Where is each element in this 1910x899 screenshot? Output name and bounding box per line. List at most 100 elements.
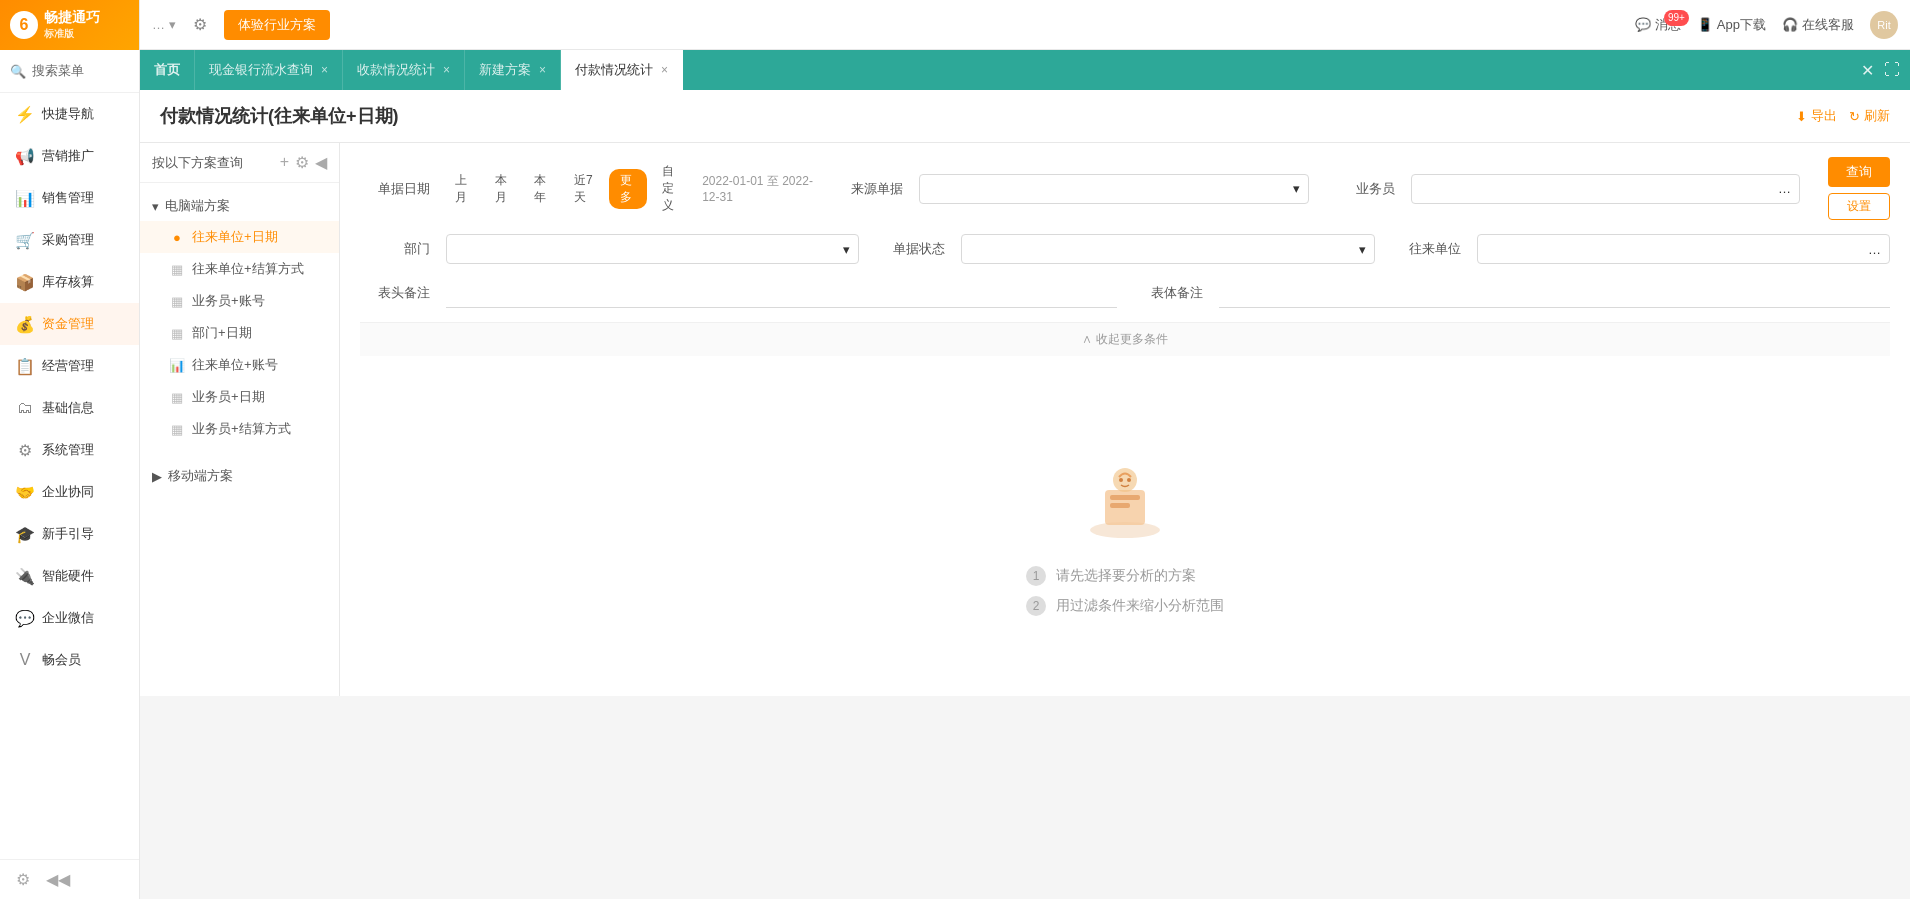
sidebar-item-finance[interactable]: 💰 资金管理	[0, 303, 139, 345]
search-menu-btn[interactable]: 🔍 搜索菜单	[10, 58, 129, 84]
voucher-status-select[interactable]: ▾	[961, 234, 1374, 264]
search-icon: 🔍	[10, 64, 26, 79]
app-download-item[interactable]: 📱 App下载	[1697, 16, 1766, 34]
desktop-chevron: ▾	[152, 199, 159, 214]
sidebar-item-wechat[interactable]: 💬 企业微信	[0, 597, 139, 639]
sidebar-item-label: 畅会员	[42, 651, 81, 669]
sidebar-item-label: 营销推广	[42, 147, 94, 165]
sidebar-item-system[interactable]: ⚙ 系统管理	[0, 429, 139, 471]
sidebar-item-member[interactable]: V 畅会员	[0, 639, 139, 681]
source-voucher-select[interactable]: ▾	[919, 174, 1308, 204]
tab-receipt-stats[interactable]: 收款情况统计 ×	[343, 50, 465, 90]
tree-item-unit-account[interactable]: 📊 往来单位+账号	[140, 349, 339, 381]
app-icon: 📱	[1697, 17, 1713, 32]
tree-item-label: 部门+日期	[192, 324, 252, 342]
sidebar-item-marketing[interactable]: 📢 营销推广	[0, 135, 139, 177]
dept-chevron: ▾	[843, 242, 850, 257]
sidebar-item-quick-nav[interactable]: ⚡ 快捷导航	[0, 93, 139, 135]
app-name: 畅捷通巧	[44, 9, 100, 27]
enterprise-icon: 🤝	[16, 483, 34, 501]
sidebar-item-label: 销售管理	[42, 189, 94, 207]
sidebar-item-guide[interactable]: 🎓 新手引导	[0, 513, 139, 555]
dept-select[interactable]: ▾	[446, 234, 859, 264]
tree-item-unit-settle[interactable]: ▦ 往来单位+结算方式	[140, 253, 339, 285]
collapse-sidebar-icon[interactable]: ◀◀	[46, 870, 70, 889]
counterparty-label: 往来单位	[1391, 240, 1461, 258]
finance-icon: 💰	[16, 315, 34, 333]
user-avatar[interactable]: Rit	[1870, 11, 1898, 39]
table-body-note-input[interactable]	[1219, 278, 1890, 308]
svg-rect-3	[1110, 503, 1130, 508]
topbar-settings-icon[interactable]: ⚙	[186, 11, 214, 39]
left-panel: 按以下方案查询 + ⚙ ◀ ▾ 电脑端方案 ● 往来单位+日期	[140, 143, 340, 696]
sidebar-item-inventory[interactable]: 📦 库存核算	[0, 261, 139, 303]
tree-item-unit-date[interactable]: ● 往来单位+日期	[140, 221, 339, 253]
sidebar-item-sales[interactable]: 📊 销售管理	[0, 177, 139, 219]
plan-settings-icon[interactable]: ⚙	[295, 153, 309, 172]
tree-item-label: 往来单位+账号	[192, 356, 278, 374]
date-tab-custom[interactable]: 自定义	[653, 160, 694, 217]
counterparty-select[interactable]: …	[1477, 234, 1890, 264]
main-content: … ▾ ⚙ 体验行业方案 💬 消息 99+ 📱 App下载 🎧 在线客服 Rit	[140, 0, 1910, 899]
tree-item-salesperson-date[interactable]: ▦ 业务员+日期	[140, 381, 339, 413]
table-header-note-input[interactable]	[446, 278, 1117, 308]
sidebar-item-enterprise[interactable]: 🤝 企业协同	[0, 471, 139, 513]
sidebar-item-operations[interactable]: 📋 经营管理	[0, 345, 139, 387]
refresh-btn[interactable]: ↻ 刷新	[1849, 107, 1890, 125]
tree-item-dept-date[interactable]: ▦ 部门+日期	[140, 317, 339, 349]
desktop-section-header[interactable]: ▾ 电脑端方案	[140, 191, 339, 221]
service-label: 在线客服	[1802, 16, 1854, 34]
salesperson-date-icon: ▦	[168, 388, 186, 406]
salesperson-chevron: …	[1778, 181, 1791, 196]
sidebar-item-purchase[interactable]: 🛒 采购管理	[0, 219, 139, 261]
date-tab-this-year[interactable]: 本年	[525, 169, 559, 209]
message-item[interactable]: 💬 消息 99+	[1635, 16, 1681, 34]
sidebar-item-label: 企业协同	[42, 483, 94, 501]
collapse-bar[interactable]: ∧ 收起更多条件	[360, 322, 1890, 356]
filter-row-3: 表头备注 表体备注	[360, 278, 1890, 308]
left-panel-header-text: 按以下方案查询	[152, 154, 243, 172]
tab-new-plan[interactable]: 新建方案 ×	[465, 50, 561, 90]
tab-bank-flow[interactable]: 现金银行流水查询 ×	[195, 50, 343, 90]
salesperson-label: 业务员	[1325, 180, 1395, 198]
source-voucher-label: 来源单据	[833, 180, 903, 198]
online-service-item[interactable]: 🎧 在线客服	[1782, 16, 1854, 34]
tree-item-label: 往来单位+结算方式	[192, 260, 304, 278]
tree-item-label: 业务员+账号	[192, 292, 265, 310]
tabbar: 首页 现金银行流水查询 × 收款情况统计 × 新建方案 × 付款情况统计 × ✕…	[140, 50, 1910, 90]
tab-payment-stats-close[interactable]: ×	[661, 63, 668, 77]
tab-new-plan-close[interactable]: ×	[539, 63, 546, 77]
tab-home[interactable]: 首页	[140, 50, 195, 90]
app-download-label: App下载	[1717, 16, 1766, 34]
tree-item-salesperson-settle[interactable]: ▦ 业务员+结算方式	[140, 413, 339, 445]
dept-date-icon: ▦	[168, 324, 186, 342]
salesperson-select[interactable]: …	[1411, 174, 1800, 204]
add-plan-icon[interactable]: +	[280, 153, 289, 172]
tab-receipt-stats-close[interactable]: ×	[443, 63, 450, 77]
settings-filter-btn[interactable]: 设置	[1828, 193, 1890, 220]
export-btn[interactable]: ⬇ 导出	[1796, 107, 1837, 125]
refresh-icon: ↻	[1849, 109, 1860, 124]
trial-btn[interactable]: 体验行业方案	[224, 10, 330, 40]
sidebar-item-basic-info[interactable]: 🗂 基础信息	[0, 387, 139, 429]
export-label: 导出	[1811, 107, 1837, 125]
date-tab-more[interactable]: 更多	[609, 169, 647, 209]
sidebar-item-hardware[interactable]: 🔌 智能硬件	[0, 555, 139, 597]
tab-payment-stats[interactable]: 付款情况统计 ×	[561, 50, 683, 90]
date-tab-this-month[interactable]: 本月	[486, 169, 520, 209]
mobile-section-header[interactable]: ▶ 移动端方案	[140, 461, 339, 491]
salesperson-account-icon: ▦	[168, 292, 186, 310]
tab-home-label: 首页	[154, 61, 180, 79]
date-tab-last-month[interactable]: 上月	[446, 169, 480, 209]
sidebar-item-label: 经营管理	[42, 357, 94, 375]
settings-bottom-icon[interactable]: ⚙	[16, 870, 30, 889]
close-all-icon[interactable]: ✕	[1861, 61, 1874, 80]
operations-icon: 📋	[16, 357, 34, 375]
tree-item-salesperson-account[interactable]: ▦ 业务员+账号	[140, 285, 339, 317]
unit-settle-icon: ▦	[168, 260, 186, 278]
date-tab-7days[interactable]: 近7天	[565, 169, 603, 209]
collapse-left-icon[interactable]: ◀	[315, 153, 327, 172]
maximize-icon[interactable]: ⛶	[1884, 61, 1900, 79]
tab-bank-flow-close[interactable]: ×	[321, 63, 328, 77]
query-btn[interactable]: 查询	[1828, 157, 1890, 187]
